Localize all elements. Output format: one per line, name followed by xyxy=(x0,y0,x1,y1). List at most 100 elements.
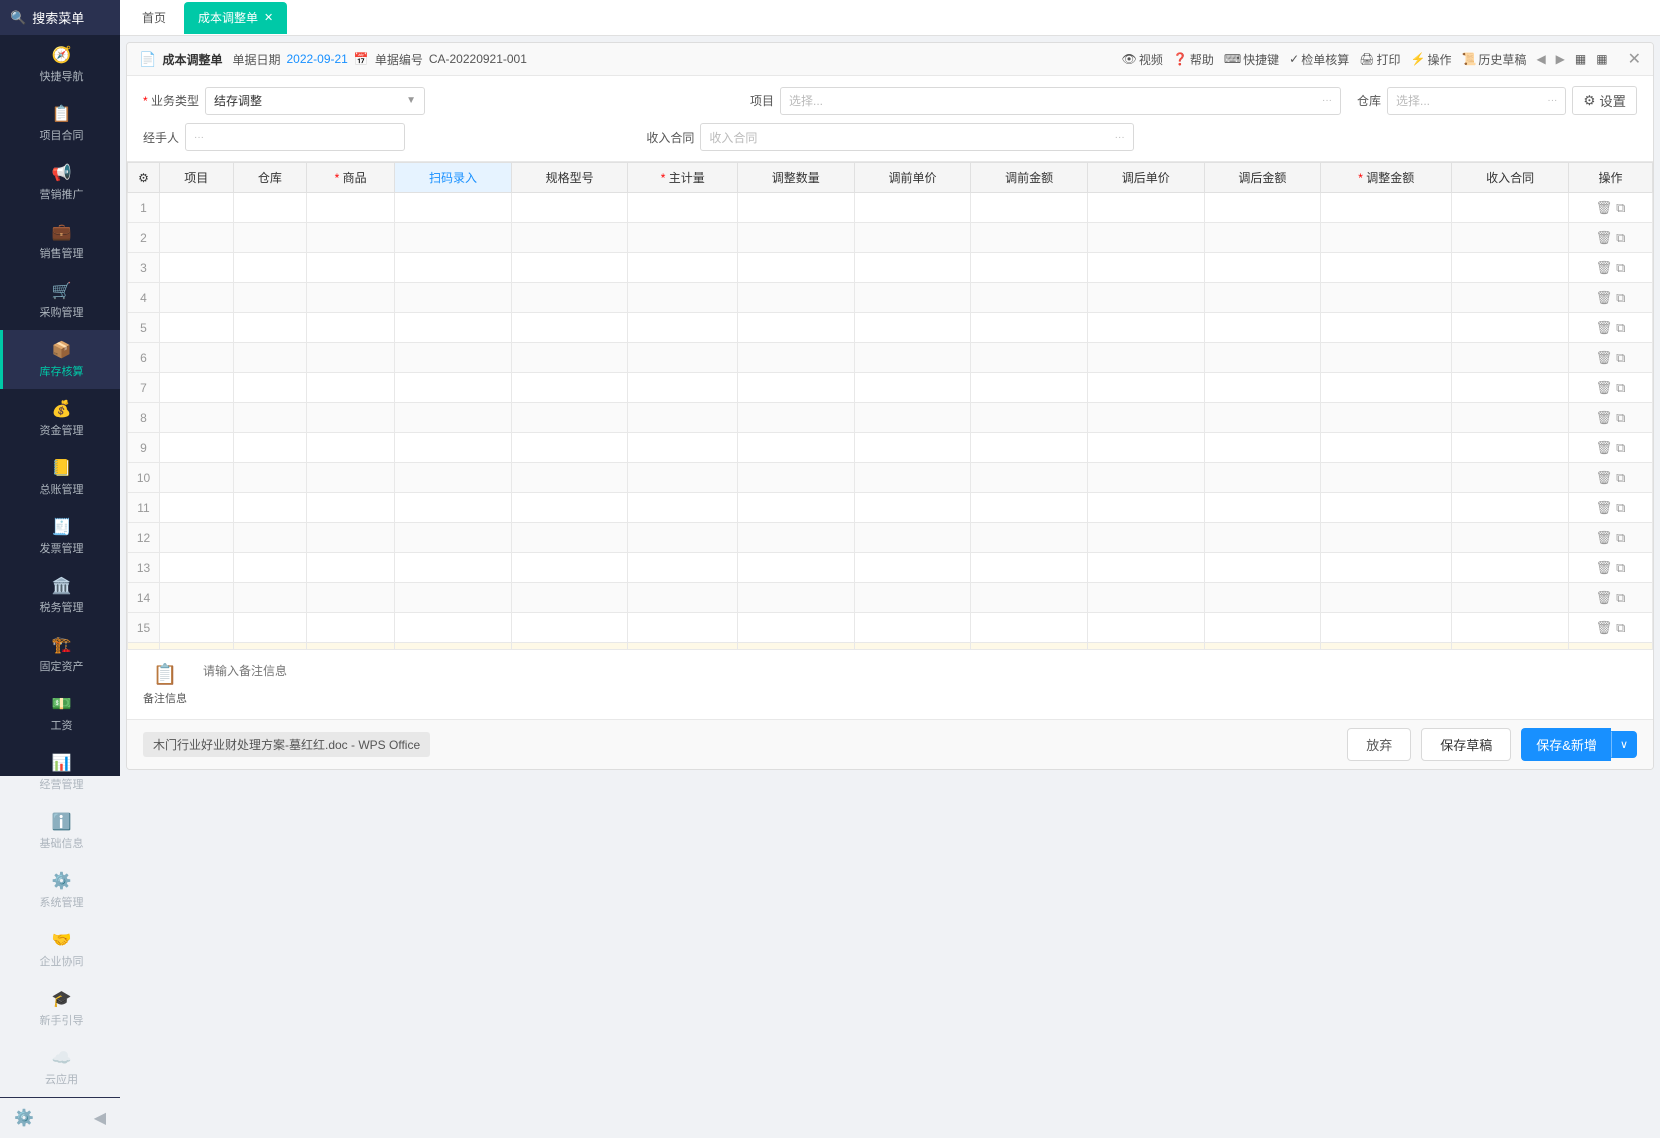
sidebar-item-invoice[interactable]: 🧾 发票管理 xyxy=(0,507,120,566)
cell-5-1[interactable] xyxy=(233,313,307,343)
table-row[interactable]: 15 🗑 ⧉ xyxy=(128,613,1653,643)
handler-input[interactable]: ··· xyxy=(185,123,405,151)
table-row[interactable]: 5 🗑 ⧉ xyxy=(128,313,1653,343)
cell-11-12[interactable] xyxy=(1452,493,1569,523)
delete-btn-3[interactable]: 🗑 xyxy=(1596,260,1613,276)
cell-5-2[interactable] xyxy=(307,313,395,343)
delete-btn-14[interactable]: 🗑 xyxy=(1596,590,1613,606)
sidebar-item-guide[interactable]: 🎓 新手引导 xyxy=(0,979,120,1038)
cell-1-7[interactable] xyxy=(854,193,971,223)
cell-12-4[interactable] xyxy=(511,523,628,553)
delete-btn-2[interactable]: 🗑 xyxy=(1596,230,1613,246)
layout2-btn[interactable]: ▦ xyxy=(1596,52,1607,66)
cell-10-9[interactable] xyxy=(1087,463,1204,493)
cell-4-8[interactable] xyxy=(971,283,1088,313)
tab-cost-adjust[interactable]: 成本调整单✕ xyxy=(184,2,287,34)
cell-5-0[interactable] xyxy=(160,313,234,343)
cell-4-7[interactable] xyxy=(854,283,971,313)
cell-1-0[interactable] xyxy=(160,193,234,223)
cell-9-11[interactable] xyxy=(1321,433,1452,463)
cell-13-12[interactable] xyxy=(1452,553,1569,583)
copy-btn-11[interactable]: ⧉ xyxy=(1616,500,1625,516)
cell-7-3[interactable] xyxy=(395,373,512,403)
cell-12-7[interactable] xyxy=(854,523,971,553)
sidebar-item-assets[interactable]: 🏗️ 固定资产 xyxy=(0,625,120,684)
project-input[interactable]: 选择... ··· xyxy=(780,87,1341,115)
cell-14-2[interactable] xyxy=(307,583,395,613)
cell-7-1[interactable] xyxy=(233,373,307,403)
cell-7-12[interactable] xyxy=(1452,373,1569,403)
cell-12-10[interactable] xyxy=(1204,523,1321,553)
history-btn[interactable]: 📜 历史草稿 xyxy=(1461,51,1526,68)
cell-12-8[interactable] xyxy=(971,523,1088,553)
table-row[interactable]: 12 🗑 ⧉ xyxy=(128,523,1653,553)
cell-8-8[interactable] xyxy=(971,403,1088,433)
delete-btn-6[interactable]: 🗑 xyxy=(1596,350,1613,366)
table-row[interactable]: 1 🗑 ⧉ xyxy=(128,193,1653,223)
table-row[interactable]: 2 🗑 ⧉ xyxy=(128,223,1653,253)
cell-12-11[interactable] xyxy=(1321,523,1452,553)
income-contract-input[interactable]: 收入合同 ··· xyxy=(700,123,1133,151)
cell-11-10[interactable] xyxy=(1204,493,1321,523)
cell-7-2[interactable] xyxy=(307,373,395,403)
cell-14-7[interactable] xyxy=(854,583,971,613)
cell-14-3[interactable] xyxy=(395,583,512,613)
cell-13-8[interactable] xyxy=(971,553,1088,583)
cell-13-0[interactable] xyxy=(160,553,234,583)
cell-14-4[interactable] xyxy=(511,583,628,613)
cell-13-9[interactable] xyxy=(1087,553,1204,583)
tab-home[interactable]: 首页 xyxy=(128,2,180,34)
cell-10-5[interactable] xyxy=(628,463,738,493)
table-row[interactable]: 13 🗑 ⧉ xyxy=(128,553,1653,583)
cell-11-9[interactable] xyxy=(1087,493,1204,523)
cell-2-0[interactable] xyxy=(160,223,234,253)
cell-3-10[interactable] xyxy=(1204,253,1321,283)
cell-15-12[interactable] xyxy=(1452,613,1569,643)
cell-4-10[interactable] xyxy=(1204,283,1321,313)
cell-11-11[interactable] xyxy=(1321,493,1452,523)
copy-btn-1[interactable]: ⧉ xyxy=(1616,200,1625,216)
cell-1-5[interactable] xyxy=(628,193,738,223)
layout1-btn[interactable]: ▦ xyxy=(1575,52,1586,66)
audit-btn[interactable]: ✓ 检单核算 xyxy=(1289,51,1349,68)
cell-6-3[interactable] xyxy=(395,343,512,373)
sidebar-item-project-contract[interactable]: 📋 项目合同 xyxy=(0,94,120,153)
table-row[interactable]: 6 🗑 ⧉ xyxy=(128,343,1653,373)
cell-13-3[interactable] xyxy=(395,553,512,583)
sidebar-item-sales-mgmt[interactable]: 💼 销售管理 xyxy=(0,212,120,271)
cell-4-11[interactable] xyxy=(1321,283,1452,313)
cell-15-3[interactable] xyxy=(395,613,512,643)
cell-2-3[interactable] xyxy=(395,223,512,253)
cell-3-4[interactable] xyxy=(511,253,628,283)
cell-15-5[interactable] xyxy=(628,613,738,643)
cell-15-10[interactable] xyxy=(1204,613,1321,643)
col-settings[interactable]: ⚙ xyxy=(128,163,160,193)
cell-2-6[interactable] xyxy=(737,223,854,253)
cell-7-8[interactable] xyxy=(971,373,1088,403)
window-close-btn[interactable]: ✕ xyxy=(1628,49,1641,69)
cell-7-7[interactable] xyxy=(854,373,971,403)
cell-6-8[interactable] xyxy=(971,343,1088,373)
copy-btn-4[interactable]: ⧉ xyxy=(1616,290,1625,306)
cell-7-11[interactable] xyxy=(1321,373,1452,403)
calendar-icon[interactable]: 📅 xyxy=(354,52,369,66)
cell-9-1[interactable] xyxy=(233,433,307,463)
cell-7-4[interactable] xyxy=(511,373,628,403)
cell-10-3[interactable] xyxy=(395,463,512,493)
cell-1-9[interactable] xyxy=(1087,193,1204,223)
cell-3-8[interactable] xyxy=(971,253,1088,283)
cell-13-5[interactable] xyxy=(628,553,738,583)
cell-10-1[interactable] xyxy=(233,463,307,493)
cell-8-10[interactable] xyxy=(1204,403,1321,433)
cell-13-7[interactable] xyxy=(854,553,971,583)
cell-13-11[interactable] xyxy=(1321,553,1452,583)
settings-icon[interactable]: ⚙️ xyxy=(14,1108,34,1128)
copy-btn-12[interactable]: ⧉ xyxy=(1616,530,1625,546)
cell-10-6[interactable] xyxy=(737,463,854,493)
cell-4-9[interactable] xyxy=(1087,283,1204,313)
tab-close-cost-adjust[interactable]: ✕ xyxy=(264,11,273,24)
cell-6-5[interactable] xyxy=(628,343,738,373)
cell-2-8[interactable] xyxy=(971,223,1088,253)
copy-btn-13[interactable]: ⧉ xyxy=(1616,560,1625,576)
table-container[interactable]: ⚙ 项目 仓库 商品 扫码录入 规格型号 主计量 调整数量 调前单价 调前金额 … xyxy=(127,162,1653,649)
